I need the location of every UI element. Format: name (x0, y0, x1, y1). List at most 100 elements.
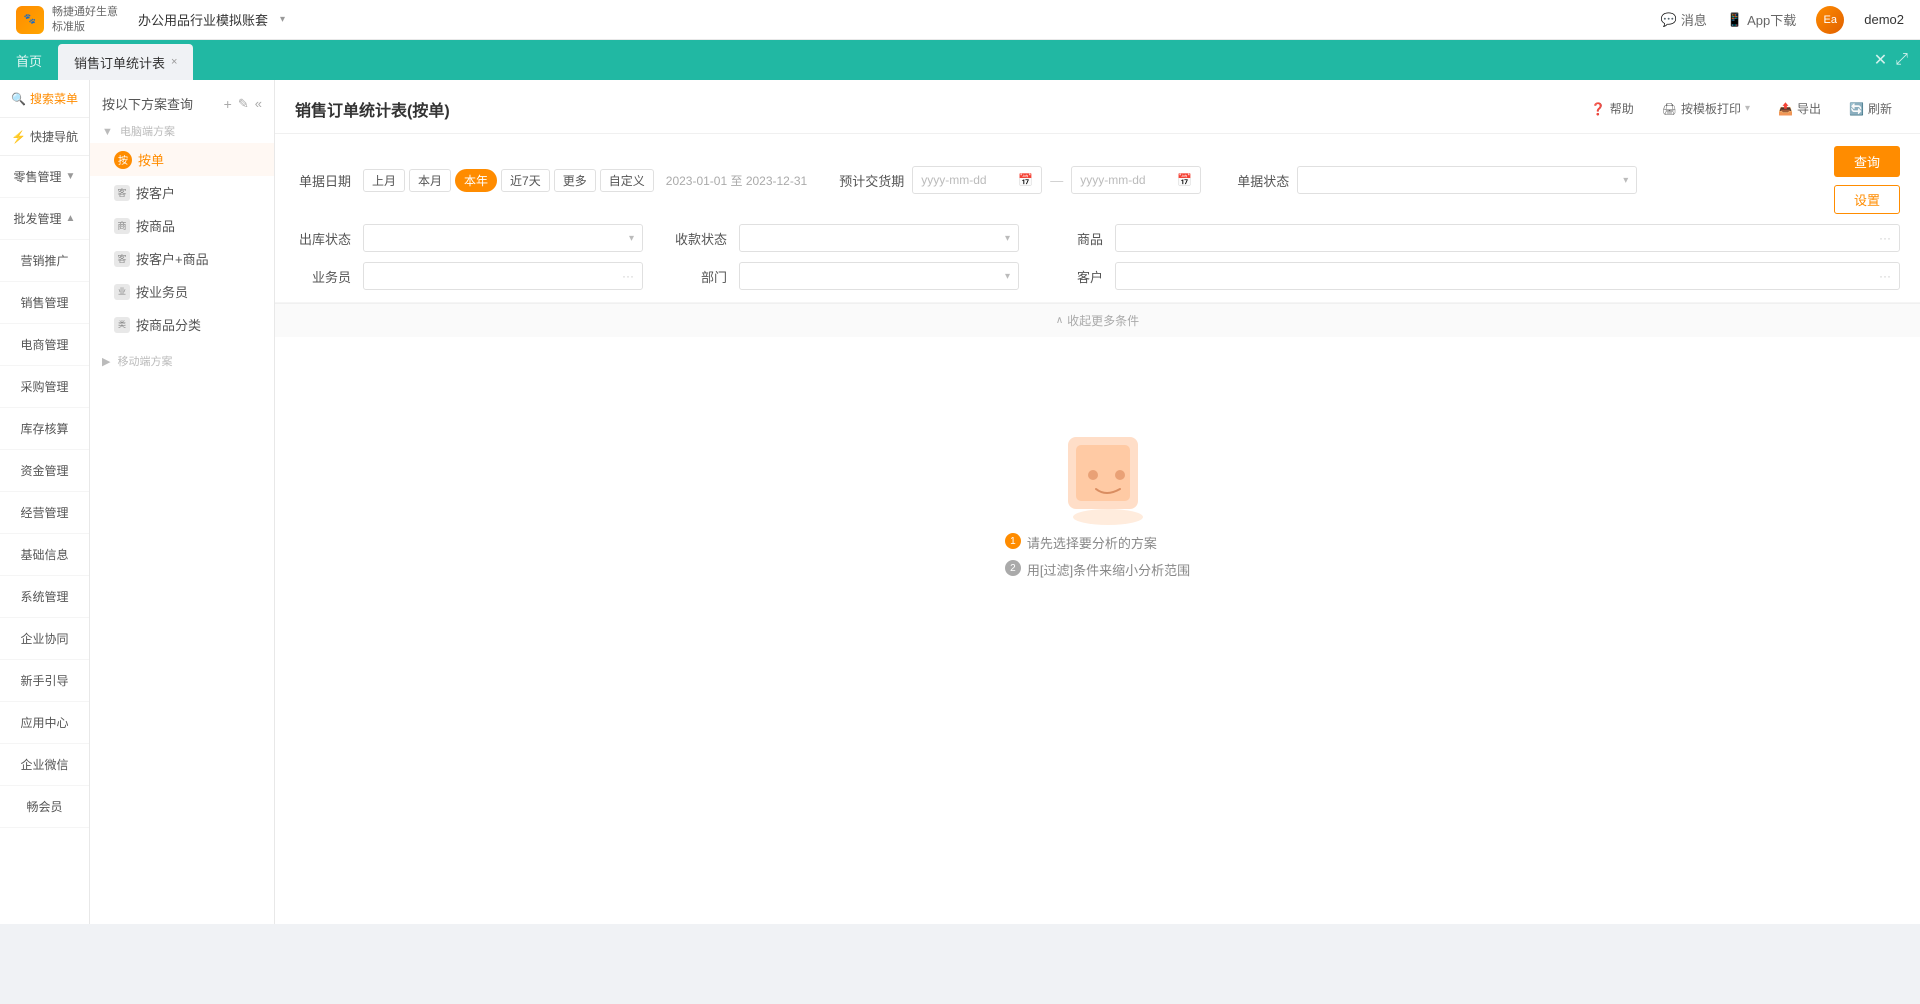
sidebar-item-system[interactable]: 系统管理 (0, 576, 89, 618)
app-title[interactable]: 办公用品行业模拟账套 (138, 10, 268, 29)
tree-item-by-customer[interactable]: 客 按客户 (90, 176, 274, 209)
this-year-btn[interactable]: 本年 (455, 169, 497, 192)
goods-input[interactable]: ··· (1115, 224, 1900, 252)
sidebar-item-wholesale[interactable]: 批发管理 ▲ (0, 198, 89, 240)
this-month-btn[interactable]: 本月 (409, 169, 451, 192)
edit-scheme-icon[interactable]: ✎ (238, 96, 249, 112)
tab-active[interactable]: 销售订单统计表 × (58, 44, 193, 80)
help-icon: ❓ (1591, 102, 1606, 116)
status-chevron-icon: ▾ (1623, 175, 1628, 186)
refresh-icon: 🔄 (1849, 102, 1864, 116)
empty-tip-1: 1 请先选择要分析的方案 (1005, 533, 1190, 552)
tab-home[interactable]: 首页 (0, 40, 58, 80)
custom-date-btn[interactable]: 自定义 (600, 169, 654, 192)
empty-illustration (1048, 417, 1148, 517)
tree-section-desktop: ▼ 电脑端方案 (90, 119, 274, 143)
dept-select[interactable]: ▾ (739, 262, 1019, 290)
sidebar-item-retail[interactable]: 零售管理 ▼ (0, 156, 89, 198)
logo-text: 畅捷通好生意 标准版 (52, 5, 118, 34)
tree-item-by-customer-goods[interactable]: 客 按客户+商品 (90, 242, 274, 275)
expected-date-start[interactable]: yyyy-mm-dd 📅 (912, 166, 1042, 194)
status-select[interactable]: ▾ (1297, 166, 1637, 194)
out-status-chevron-icon: ▾ (629, 233, 634, 244)
sidebar-item-marketing[interactable]: 营销推广 (0, 240, 89, 282)
customer-input[interactable]: ··· (1115, 262, 1900, 290)
expected-date-group: 预计交货期 yyyy-mm-dd 📅 — yyyy-mm-dd 📅 (839, 166, 1201, 194)
more-date-btn[interactable]: 更多 (554, 169, 596, 192)
prev-month-btn[interactable]: 上月 (363, 169, 405, 192)
layout: 🔍 搜索菜单 ⚡ 快捷导航 零售管理 ▼ 批发管理 ▲ 营销推广 销售管理 电商… (0, 80, 1920, 924)
window-expand-icon[interactable]: ⤢ (1895, 51, 1908, 69)
export-btn[interactable]: 📤 导出 (1770, 96, 1829, 121)
receive-status-select[interactable]: ▾ (739, 224, 1019, 252)
page-header: 销售订单统计表(按单) ❓ 帮助 🖨 按模板打印 ▾ 📤 导出 (275, 80, 1920, 134)
print-dropdown-icon[interactable]: ▾ (1745, 103, 1750, 114)
status-label: 单据状态 (1233, 171, 1289, 190)
avatar[interactable]: Ea (1816, 6, 1844, 34)
sidebar-item-appcenter[interactable]: 应用中心 (0, 702, 89, 744)
dept-chevron-icon: ▾ (1005, 271, 1010, 282)
salesman-input[interactable]: ··· (363, 262, 643, 290)
help-btn[interactable]: ❓ 帮助 (1583, 96, 1642, 121)
expected-date-label: 预计交货期 (839, 171, 904, 190)
sidebar-item-quick-nav[interactable]: ⚡ 快捷导航 (0, 118, 89, 156)
message-icon: 💬 (1661, 12, 1677, 28)
set-btn[interactable]: 设置 (1834, 185, 1900, 214)
collapse-up-icon: ∧ (1056, 315, 1063, 326)
top-bar-left: 🐾 畅捷通好生意 标准版 办公用品行业模拟账套 ▾ (16, 5, 285, 34)
username-label[interactable]: demo2 (1864, 12, 1904, 27)
sidebar-item-basic[interactable]: 基础信息 (0, 534, 89, 576)
panel-title: 按以下方案查询 (102, 94, 193, 113)
collapse-panel-icon[interactable]: « (255, 96, 262, 112)
refresh-btn[interactable]: 🔄 刷新 (1841, 96, 1900, 121)
app-download-btn[interactable]: 📱 App下载 (1727, 10, 1796, 29)
sidebar-item-ecommerce[interactable]: 电商管理 (0, 324, 89, 366)
sidebar-item-inventory[interactable]: 库存核算 (0, 408, 89, 450)
app-title-dropdown-icon[interactable]: ▾ (280, 14, 285, 25)
top-bar-right: 💬 消息 📱 App下载 Ea demo2 (1661, 6, 1904, 34)
header-actions: ❓ 帮助 🖨 按模板打印 ▾ 📤 导出 🔄 刷新 (1583, 96, 1900, 121)
collapse-bar[interactable]: ∧ 收起更多条件 (275, 303, 1920, 337)
left-panel: 按以下方案查询 + ✎ « ▼ 电脑端方案 按 按单 客 按客户 商 按商品 客… (90, 80, 275, 924)
query-btn[interactable]: 查询 (1834, 146, 1900, 177)
tree-item-by-salesman[interactable]: 业 按业务员 (90, 275, 274, 308)
window-close-icon[interactable]: ✕ (1874, 50, 1887, 70)
sidebar-item-purchase[interactable]: 采购管理 (0, 366, 89, 408)
export-icon: 📤 (1778, 102, 1793, 116)
salesman-more-icon: ··· (622, 269, 634, 283)
sidebar-item-finance[interactable]: 资金管理 (0, 450, 89, 492)
sidebar-item-newbie[interactable]: 新手引导 (0, 660, 89, 702)
goods-more-icon: ··· (1879, 231, 1891, 245)
search-icon: 🔍 (11, 92, 26, 106)
download-icon: 📱 (1727, 12, 1743, 28)
top-bar: 🐾 畅捷通好生意 标准版 办公用品行业模拟账套 ▾ 💬 消息 📱 App下载 E… (0, 0, 1920, 40)
expected-date-end[interactable]: yyyy-mm-dd 📅 (1071, 166, 1201, 194)
filter-row-2: 出库状态 ▾ 收款状态 ▾ 商品 ··· (295, 224, 1900, 252)
tip-num-2: 2 (1005, 560, 1021, 576)
tip-num-1: 1 (1005, 533, 1021, 549)
tree-item-by-order[interactable]: 按 按单 (90, 143, 274, 176)
sidebar: 🔍 搜索菜单 ⚡ 快捷导航 零售管理 ▼ 批发管理 ▲ 营销推广 销售管理 电商… (0, 80, 90, 924)
print-icon: 🖨 (1662, 102, 1677, 116)
print-btn[interactable]: 🖨 按模板打印 ▾ (1654, 96, 1758, 121)
sidebar-item-wechat[interactable]: 企业微信 (0, 744, 89, 786)
sidebar-item-enterprise[interactable]: 企业协同 (0, 618, 89, 660)
out-status-select[interactable]: ▾ (363, 224, 643, 252)
empty-tips: 1 请先选择要分析的方案 2 用[过滤]条件来缩小分析范围 (1005, 533, 1190, 579)
date-label: 单据日期 (295, 171, 351, 190)
sidebar-item-member[interactable]: 畅会员 (0, 786, 89, 828)
sidebar-item-search-menu[interactable]: 🔍 搜索菜单 (0, 80, 89, 118)
message-btn[interactable]: 💬 消息 (1661, 10, 1707, 29)
tree-item-by-category[interactable]: 类 按商品分类 (90, 308, 274, 341)
7days-btn[interactable]: 近7天 (501, 169, 550, 192)
tree-icon-by-customer-goods: 客 (114, 251, 130, 267)
add-scheme-icon[interactable]: + (224, 96, 232, 112)
sidebar-item-sales[interactable]: 销售管理 (0, 282, 89, 324)
customer-label: 客户 (1047, 267, 1103, 286)
tab-close-icon[interactable]: × (171, 56, 177, 68)
tree-item-by-goods[interactable]: 商 按商品 (90, 209, 274, 242)
sidebar-item-operations[interactable]: 经营管理 (0, 492, 89, 534)
main-content: 销售订单统计表(按单) ❓ 帮助 🖨 按模板打印 ▾ 📤 导出 (275, 80, 1920, 924)
receive-status-chevron-icon: ▾ (1005, 233, 1010, 244)
chevron-down-icon: ▼ (66, 171, 76, 182)
